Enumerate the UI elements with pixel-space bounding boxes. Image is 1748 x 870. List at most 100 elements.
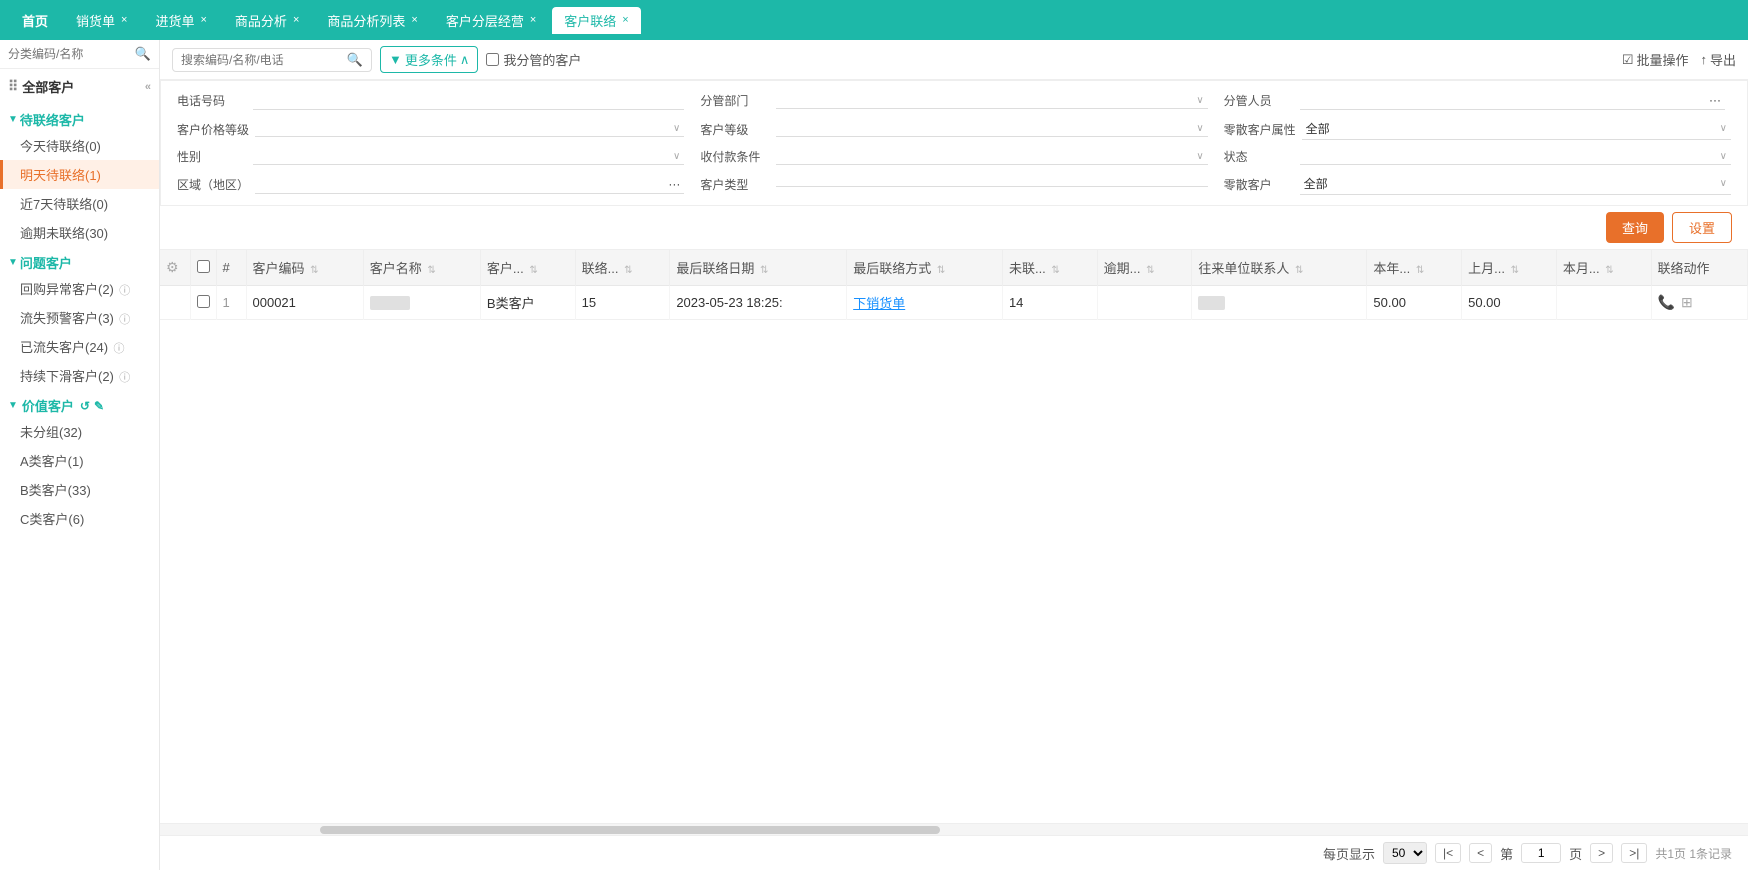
th-checkbox [190,250,216,286]
row-code: 000021 [246,286,363,320]
close-purchase-icon[interactable]: × [200,14,206,26]
retail-customer-chevron-icon: ∨ [1720,178,1727,189]
sidebar-class-a[interactable]: A类客户(1) [0,446,159,475]
sort-method-icon[interactable]: ⇅ [937,265,945,276]
first-page-button[interactable]: |< [1435,843,1461,863]
dept-select[interactable]: ∨ [776,93,1207,109]
nav-product-analysis-list[interactable]: 商品分析列表 × [315,7,429,34]
nav-purchase[interactable]: 进货单 × [143,7,218,34]
sidebar-group-pending[interactable]: ▼ 待联络客户 [0,104,159,131]
sidebar-tomorrow-pending[interactable]: 明天待联络(1) [0,160,159,189]
close-customer-tiered-icon[interactable]: × [530,14,536,26]
th-last-contact-date: 最后联络日期 ⇅ [670,250,847,286]
row-checkbox-cell[interactable] [190,286,216,320]
collapse-icon[interactable]: « [145,81,151,93]
nav-product-analysis[interactable]: 商品分析 × [223,7,311,34]
customer-type-select[interactable] [776,182,1207,187]
prev-page-button[interactable]: < [1469,843,1492,863]
filter-chevron-icon: ∧ [460,52,470,68]
close-sales-icon[interactable]: × [121,14,127,26]
sort-type-icon[interactable]: ⇅ [529,265,537,276]
more-filter-button[interactable]: ▼ 更多条件 ∧ [380,46,478,73]
nav-customer-contact[interactable]: 客户联络 × [552,7,640,34]
filter-customer-grade: 客户等级 ∨ [700,118,1207,140]
set-button[interactable]: 设置 [1672,212,1732,243]
filter-customer-type: 客户类型 [700,173,1207,195]
gender-select[interactable]: ∨ [253,149,684,165]
toolbar: 🔍 ▼ 更多条件 ∧ 我分管的客户 ☑ 批量操作 ↑ 导出 [160,40,1748,80]
main-search-input[interactable] [181,53,343,67]
sort-name-icon[interactable]: ⇅ [427,265,435,276]
phone-action-icon[interactable]: 📞 [1658,294,1675,311]
sidebar-search-input[interactable] [8,47,131,61]
status-select[interactable]: ∨ [1300,149,1731,165]
page-size-select[interactable]: 50 [1383,842,1427,864]
sidebar-overdue-pending[interactable]: 逾期未联络(30) [0,218,159,247]
batch-operation-button[interactable]: ☑ 批量操作 [1622,50,1689,69]
person-select[interactable]: ··· [1300,91,1725,110]
nav-customer-tiered[interactable]: 客户分层经营 × [434,7,548,34]
export-button[interactable]: ↑ 导出 [1700,50,1736,69]
sidebar-class-b[interactable]: B类客户(33) [0,475,159,504]
grid-action-icon[interactable]: ⊞ [1681,294,1693,311]
my-customers-checkbox[interactable] [486,53,499,66]
retail-attr-select[interactable]: 全部 ∨ [1302,118,1731,140]
region-more-icon[interactable]: ··· [668,177,680,191]
main-search-box[interactable]: 🔍 [172,48,372,72]
sort-org-icon[interactable]: ⇅ [1295,265,1303,276]
sidebar-all-customers[interactable]: ⠿ 全部客户 « [0,69,159,104]
next-page-button[interactable]: > [1590,843,1613,863]
horizontal-scrollbar[interactable] [160,823,1748,835]
phone-input[interactable] [253,91,684,110]
query-buttons-row: 查询 设置 [160,206,1748,250]
sort-date-icon[interactable]: ⇅ [760,265,768,276]
sidebar-ungrouped[interactable]: 未分组(32) [0,417,159,446]
retail-customer-select[interactable]: 全部 ∨ [1300,173,1731,195]
sort-contact-icon[interactable]: ⇅ [624,265,632,276]
nav-sales[interactable]: 销货单 × [64,7,139,34]
sidebar-repurchase-abnormal[interactable]: 回购异常客户(2) ⓘ [0,274,159,303]
nav-home[interactable]: 首页 [10,7,60,34]
person-more-icon[interactable]: ··· [1709,93,1721,107]
arrow-pending-icon: ▼ [8,114,18,125]
th-last-contact-method: 最后联络方式 ⇅ [847,250,1003,286]
gear-icon[interactable]: ⚙ [166,259,179,275]
customer-grade-select[interactable]: ∨ [776,121,1207,137]
customer-price-select[interactable]: ∨ [255,121,684,137]
sidebar-lost-customers[interactable]: 已流失客户(24) ⓘ [0,332,159,361]
sort-this-month-icon[interactable]: ⇅ [1605,265,1613,276]
sidebar-search-box[interactable]: 🔍 [0,40,159,69]
payment-select[interactable]: ∨ [776,149,1207,165]
sidebar-churn-warning[interactable]: 流失预警客户(3) ⓘ [0,303,159,332]
query-button[interactable]: 查询 [1606,212,1664,243]
sidebar-today-pending[interactable]: 今天待联络(0) [0,131,159,160]
th-org-contact: 往来单位联系人 ⇅ [1192,250,1367,286]
sort-code-icon[interactable]: ⇅ [310,265,318,276]
sort-overdue-icon[interactable]: ⇅ [1146,265,1154,276]
sidebar-declining-customers[interactable]: 持续下滑客户(2) ⓘ [0,361,159,390]
sidebar-search-icon[interactable]: 🔍 [135,46,151,62]
sort-last-month-icon[interactable]: ⇅ [1511,265,1519,276]
close-product-list-icon[interactable]: × [411,14,417,26]
filter-retail-attr: 零散客户属性 全部 ∨ [1224,118,1731,140]
select-all-checkbox[interactable] [197,260,210,273]
main-search-icon[interactable]: 🔍 [347,52,363,68]
pagination-footer: 每页显示 50 |< < 第 页 > >| 共1页 1条记录 [160,835,1748,870]
status-chevron-icon: ∨ [1720,151,1727,162]
sort-year-icon[interactable]: ⇅ [1416,265,1424,276]
close-customer-contact-icon[interactable]: × [622,14,628,26]
last-page-button[interactable]: >| [1621,843,1647,863]
page-number-input[interactable] [1521,843,1561,863]
row-checkbox[interactable] [197,295,210,308]
sidebar-7days-pending[interactable]: 近7天待联络(0) [0,189,159,218]
th-name: 客户名称 ⇅ [363,250,480,286]
sidebar-group-problem[interactable]: ▼ 问题客户 [0,247,159,274]
scroll-thumb[interactable] [320,826,940,834]
sort-no-contact-icon[interactable]: ⇅ [1051,265,1059,276]
sidebar-class-c[interactable]: C类客户(6) [0,504,159,533]
region-select[interactable]: ··· [255,175,684,194]
last-contact-method-link[interactable]: 下销货单 [853,296,905,311]
close-product-analysis-icon[interactable]: × [293,14,299,26]
my-customers-checkbox-label[interactable]: 我分管的客户 [486,50,581,69]
sidebar-group-value[interactable]: ▼ 价值客户 ↺ ✎ [0,390,159,417]
